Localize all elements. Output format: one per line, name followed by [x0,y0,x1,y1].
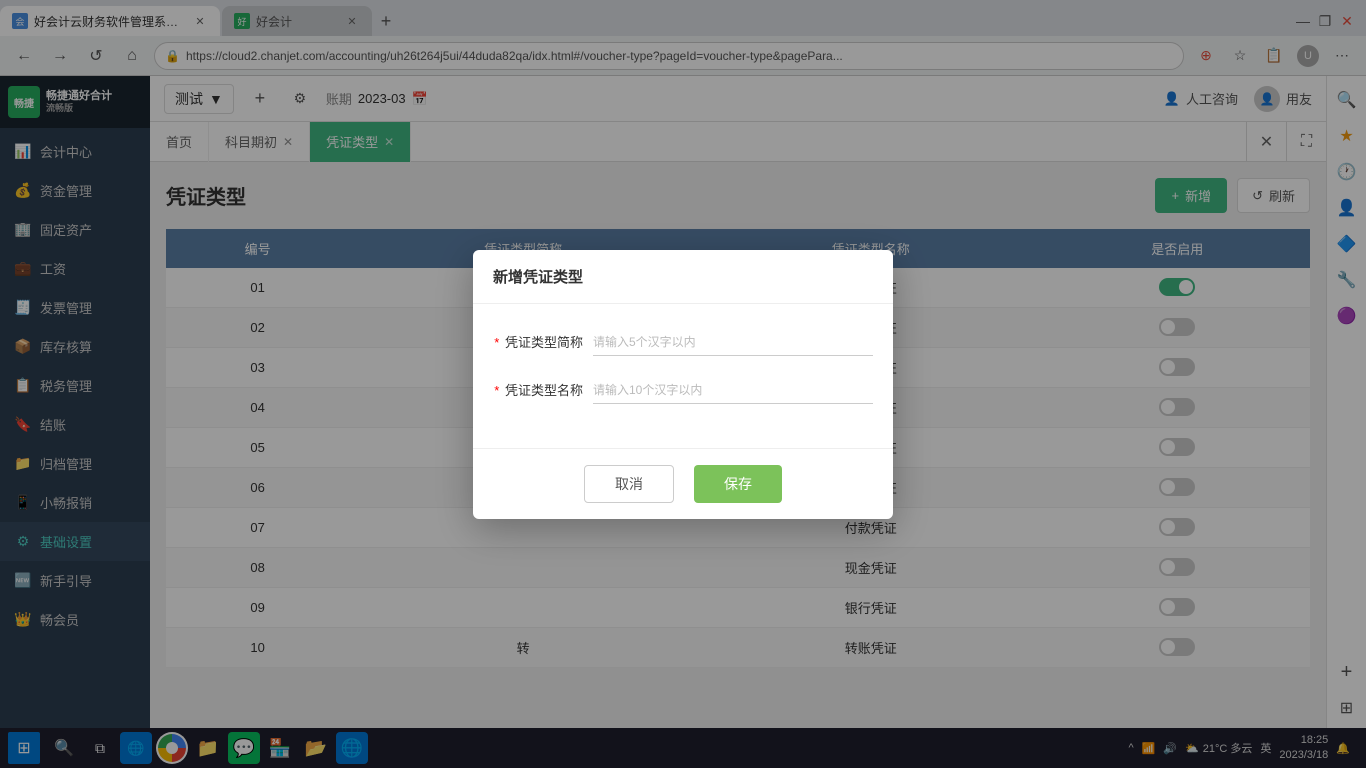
modal-overlay[interactable]: 新增凭证类型 * 凭证类型简称 * 凭证类型名称 取消 保存 [0,0,1366,768]
field-short-label: 凭证类型简称 [505,335,583,350]
form-row-short: * 凭证类型简称 [493,328,873,356]
field-name-input[interactable] [593,376,873,404]
modal-footer: 取消 保存 [473,448,893,519]
modal-new-voucher-type: 新增凭证类型 * 凭证类型简称 * 凭证类型名称 取消 保存 [473,250,893,519]
form-label-short: * 凭证类型简称 [493,332,593,351]
modal-title: 新增凭证类型 [493,266,583,287]
required-mark-name: * [494,383,499,398]
form-label-name: * 凭证类型名称 [493,380,593,399]
required-mark-short: * [494,335,499,350]
form-row-name: * 凭证类型名称 [493,376,873,404]
field-short-input[interactable] [593,328,873,356]
modal-body: * 凭证类型简称 * 凭证类型名称 [473,304,893,448]
field-name-label: 凭证类型名称 [505,383,583,398]
modal-header: 新增凭证类型 [473,250,893,304]
cancel-button[interactable]: 取消 [584,465,674,503]
save-button[interactable]: 保存 [694,465,782,503]
